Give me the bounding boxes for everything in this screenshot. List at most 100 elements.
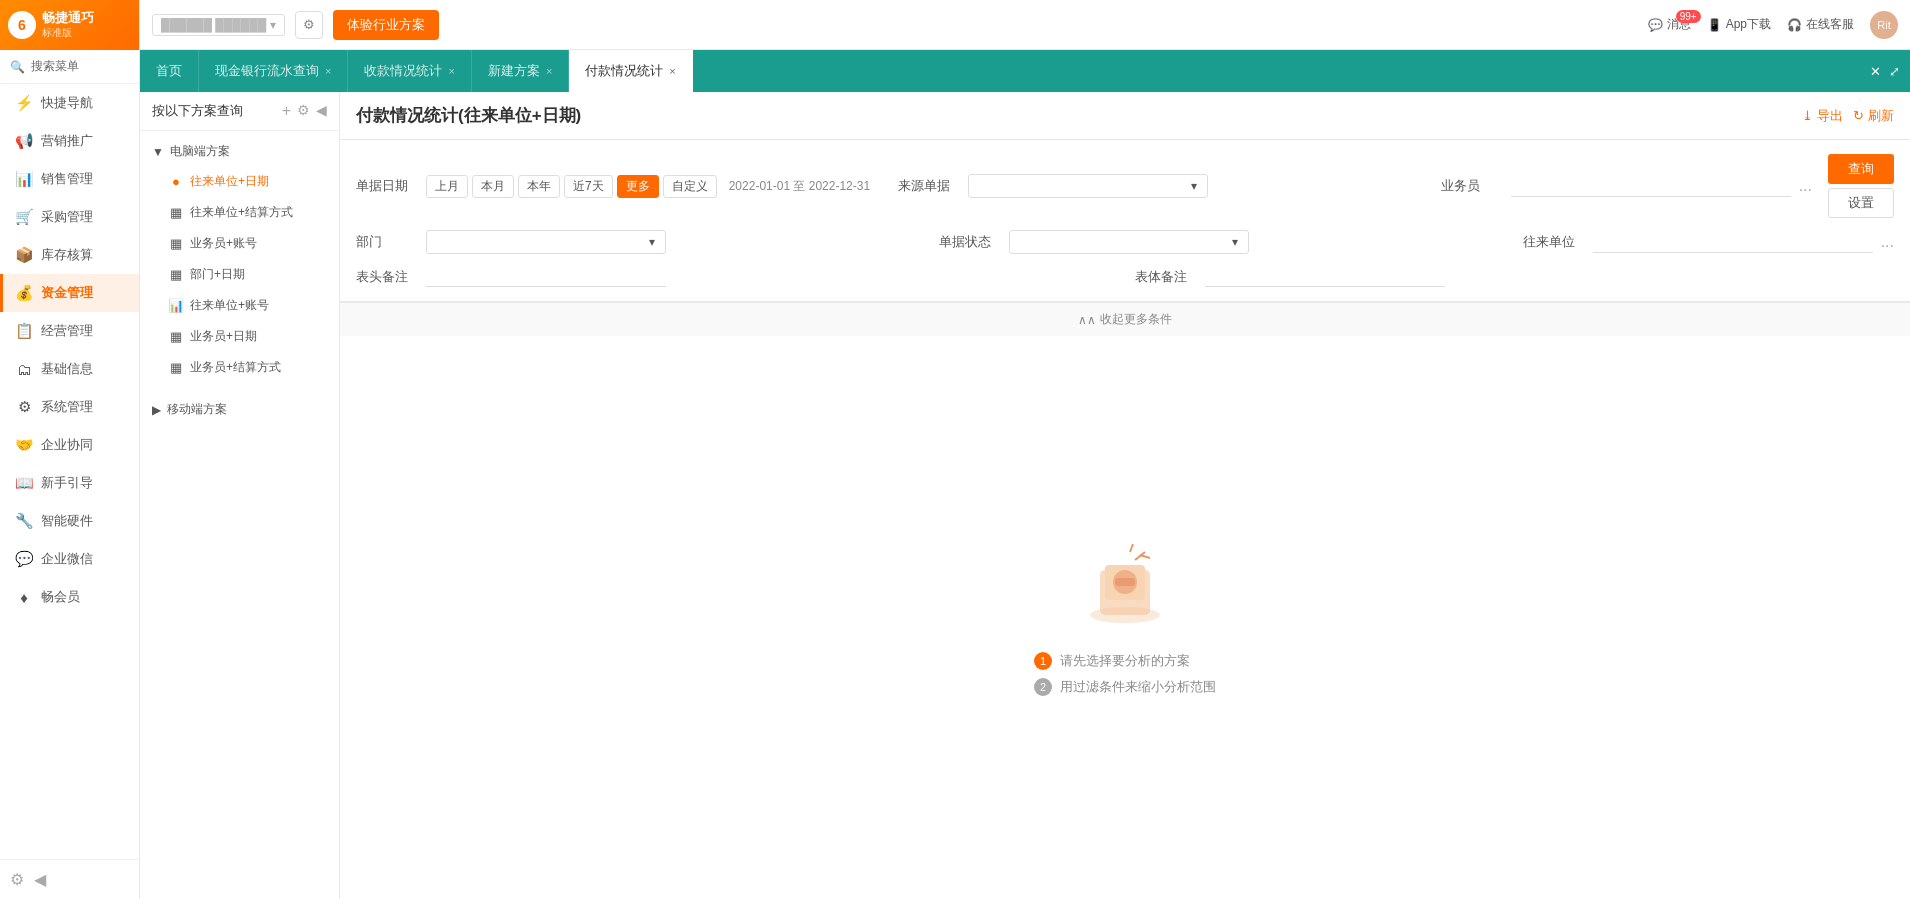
tab-payment-stats[interactable]: 付款情况统计 × [569,50,692,92]
doc-status-select[interactable]: ▾ [1009,230,1249,254]
date-last-month-btn[interactable]: 上月 [426,175,468,198]
refresh-button[interactable]: ↻ 刷新 [1853,107,1894,125]
tab-receivable-close[interactable]: × [448,65,454,77]
partner-account-label: 往来单位+账号 [190,297,327,314]
sidebar-item-inventory[interactable]: 📦 库存核算 [0,236,139,274]
dept-label: 部门 [356,233,426,251]
scheme-item-partner-date[interactable]: ● 往来单位+日期 [140,166,339,197]
add-scheme-icon[interactable]: + [282,102,291,120]
date-custom-btn[interactable]: 自定义 [663,175,717,198]
date-this-year-btn[interactable]: 本年 [518,175,560,198]
sidebar-item-label: 基础信息 [41,360,93,378]
dept-select[interactable]: ▾ [426,230,666,254]
tab-receivable[interactable]: 收款情况统计 × [348,50,471,92]
sidebar-item-label: 系统管理 [41,398,93,416]
section-arrow-icon: ▼ [152,145,164,159]
date-this-month-btn[interactable]: 本月 [472,175,514,198]
sidebar-item-system[interactable]: ⚙ 系统管理 [0,388,139,426]
source-select[interactable]: ▾ [968,174,1208,198]
app-icon: 📱 [1707,18,1722,32]
header-note-input[interactable] [426,266,666,287]
tip-num-2: 2 [1034,678,1052,696]
tab-bank-flow-close[interactable]: × [325,65,331,77]
panel-action-icons: + ⚙ ◀ [282,102,327,120]
scheme-settings-icon[interactable]: ⚙ [297,102,310,120]
service-button[interactable]: 🎧 在线客服 [1787,16,1854,33]
topbar: ██████ ██████ ▾ ⚙ 体验行业方案 💬 消息 99+ 📱 App下… [140,0,1910,50]
settings-footer-icon[interactable]: ⚙ [10,870,24,889]
user-area[interactable]: Rit [1870,11,1898,39]
system-icon: ⚙ [15,398,33,416]
export-button[interactable]: ⤓ 导出 [1802,107,1843,125]
sidebar-item-hardware[interactable]: 🔧 智能硬件 [0,502,139,540]
tab-payment-stats-close[interactable]: × [669,65,675,77]
sidebar-item-purchase[interactable]: 🛒 采购管理 [0,198,139,236]
collapse-sidebar-icon[interactable]: ◀ [34,870,46,889]
tab-bank-flow[interactable]: 现金银行流水查询 × [199,50,348,92]
query-button[interactable]: 查询 [1828,154,1894,184]
salesperson-dots[interactable]: ... [1799,177,1812,195]
empty-tips: 1 请先选择要分析的方案 2 用过滤条件来缩小分析范围 [1034,652,1216,696]
salesperson-input[interactable] [1511,176,1791,197]
chevron-down-icon: ▾ [270,18,276,32]
message-button[interactable]: 💬 消息 99+ [1648,16,1691,33]
sidebar-item-label: 营销推广 [41,132,93,150]
app-download-button[interactable]: 📱 App下载 [1707,16,1771,33]
page-header-actions: ⤓ 导出 ↻ 刷新 [1802,107,1894,125]
workspace-selector[interactable]: ██████ ██████ ▾ [152,14,285,36]
operation-icon: 📋 [15,322,33,340]
date-7days-btn[interactable]: 近7天 [564,175,613,198]
trial-btn[interactable]: 体验行业方案 [333,10,439,40]
collapse-panel-icon[interactable]: ◀ [316,102,327,120]
tab-home[interactable]: 首页 [140,50,199,92]
tab-receivable-label: 收款情况统计 [364,62,442,80]
tab-new-scheme-label: 新建方案 [488,62,540,80]
sidebar-nav: ⚡ 快捷导航 📢 营销推广 📊 销售管理 🛒 采购管理 📦 库存核算 💰 资金管… [0,84,139,859]
sidebar-item-basic-info[interactable]: 🗂 基础信息 [0,350,139,388]
collapse-button[interactable]: ∧∧ 收起更多条件 [1078,311,1172,328]
sidebar-item-wechat[interactable]: 💬 企业微信 [0,540,139,578]
scheme-item-partner-account[interactable]: 📊 往来单位+账号 [140,290,339,321]
filter-col-salesperson: 业务员 ... 查询 设置 [1441,154,1894,218]
scheme-item-salesperson-date[interactable]: ▦ 业务员+日期 [140,321,339,352]
date-label: 单据日期 [356,177,426,195]
sidebar-item-guide[interactable]: 📖 新手引导 [0,464,139,502]
scheme-item-partner-settle[interactable]: ▦ 往来单位+结算方式 [140,197,339,228]
sidebar-item-label: 畅会员 [41,588,80,606]
sidebar-item-sales[interactable]: 📊 销售管理 [0,160,139,198]
partner-input[interactable] [1593,232,1873,253]
scheme-item-salesperson-settle[interactable]: ▦ 业务员+结算方式 [140,352,339,383]
sidebar-item-marketing[interactable]: 📢 营销推广 [0,122,139,160]
tip-text-2: 用过滤条件来缩小分析范围 [1060,678,1216,696]
tab-bank-flow-label: 现金银行流水查询 [215,62,319,80]
close-all-icon[interactable]: ✕ [1870,64,1881,79]
desktop-section-title[interactable]: ▼ 电脑端方案 [140,137,339,166]
tab-new-scheme-close[interactable]: × [546,65,552,77]
mobile-section-title[interactable]: ▶ 移动端方案 [140,395,339,424]
settings-button[interactable]: 设置 [1828,188,1894,218]
filter-col-body-note: 表体备注 [1135,266,1894,287]
sidebar-item-operation[interactable]: 📋 经营管理 [0,312,139,350]
sidebar-item-enterprise[interactable]: 🤝 企业协同 [0,426,139,464]
filter-col-source: 来源单据 ▾ [898,174,1420,198]
expand-icon[interactable]: ⤢ [1889,64,1900,79]
content-area: 按以下方案查询 + ⚙ ◀ ▼ 电脑端方案 ● 往来单位+日期 ▦ [140,92,1910,899]
sidebar-item-member[interactable]: ♦ 畅会员 [0,578,139,616]
sidebar-search[interactable]: 🔍 搜索菜单 [0,50,139,84]
partner-dots[interactable]: ... [1881,233,1894,251]
guide-icon: 📖 [15,474,33,492]
date-more-btn[interactable]: 更多 [617,175,659,198]
topbar-gear-button[interactable]: ⚙ [295,11,323,39]
filter-col-dept: 部门 ▾ [356,230,919,254]
dept-date-label: 部门+日期 [190,266,327,283]
scheme-item-dept-date[interactable]: ▦ 部门+日期 [140,259,339,290]
partner-date-icon: ● [168,174,184,189]
empty-illustration [1075,540,1175,640]
export-label: 导出 [1817,107,1843,125]
scheme-item-salesperson-account[interactable]: ▦ 业务员+账号 [140,228,339,259]
sidebar-item-quick-nav[interactable]: ⚡ 快捷导航 [0,84,139,122]
sidebar-item-finance[interactable]: 💰 资金管理 [0,274,139,312]
dept-date-icon: ▦ [168,267,184,282]
tab-new-scheme[interactable]: 新建方案 × [472,50,569,92]
body-note-input[interactable] [1205,266,1445,287]
